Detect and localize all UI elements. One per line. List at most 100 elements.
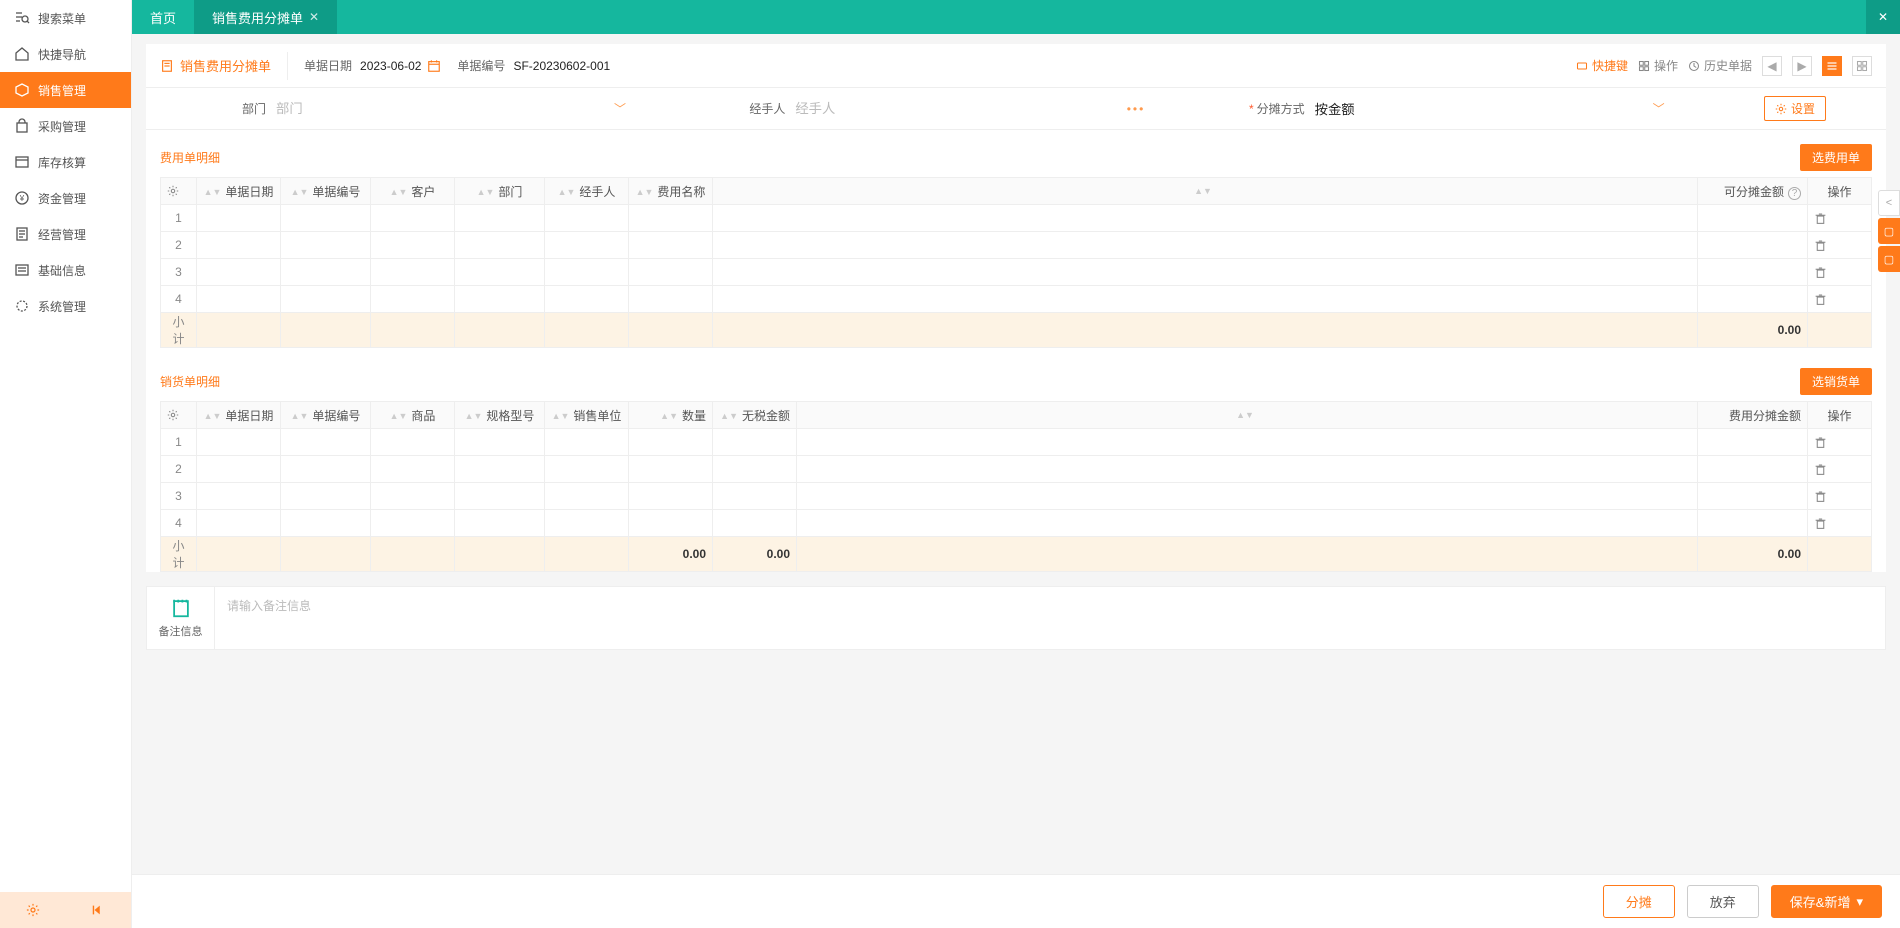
col-sales-unit[interactable]: ▲▼销售单位 xyxy=(545,402,629,429)
side-tab-2[interactable]: ▢ xyxy=(1878,246,1900,272)
discard-button[interactable]: 放弃 xyxy=(1687,885,1759,918)
col-sales-alloc[interactable]: 费用分摊金额 xyxy=(1698,402,1808,429)
sidebar-item-basic-info[interactable]: 基础信息 xyxy=(0,252,131,288)
sidebar-item-finance[interactable]: ¥ 资金管理 xyxy=(0,180,131,216)
doc-number-value: SF-20230602-001 xyxy=(513,59,610,73)
close-icon[interactable]: ✕ xyxy=(309,10,319,24)
col-expense-customer[interactable]: ▲▼客户 xyxy=(371,178,455,205)
document-icon xyxy=(160,59,174,73)
action-history[interactable]: 历史单据 xyxy=(1688,57,1752,74)
method-input[interactable] xyxy=(1315,97,1653,121)
select-sales-button[interactable]: 选销货单 xyxy=(1800,368,1872,395)
sidebar-item-label: 快捷导航 xyxy=(38,46,86,63)
sidebar-item-system[interactable]: 系统管理 xyxy=(0,288,131,324)
trash-icon[interactable] xyxy=(1814,212,1865,225)
table-row[interactable]: 4 xyxy=(161,286,1872,313)
footer-settings[interactable] xyxy=(0,892,66,928)
side-tab-1[interactable]: ▢ xyxy=(1878,218,1900,244)
col-expense-date[interactable]: ▲▼单据日期 xyxy=(197,178,281,205)
main: 首页 销售费用分摊单 ✕ ✕ 销售费用分摊单 单据日期 2023-06-02 单… xyxy=(132,0,1900,928)
col-sales-qty[interactable]: ▲▼数量 xyxy=(629,402,713,429)
money-icon: ¥ xyxy=(14,190,30,206)
box-icon xyxy=(14,154,30,170)
action-operate[interactable]: 操作 xyxy=(1638,57,1678,74)
info-icon xyxy=(14,262,30,278)
document-title: 销售费用分摊单 xyxy=(160,52,288,80)
col-sales-spec[interactable]: ▲▼规格型号 xyxy=(455,402,545,429)
save-and-new-button[interactable]: 保存&新增 ▾ xyxy=(1771,885,1882,918)
table-row[interactable]: 1 xyxy=(161,205,1872,232)
tab-sales-expense-allocation[interactable]: 销售费用分摊单 ✕ xyxy=(194,0,337,34)
handler-input[interactable] xyxy=(795,97,1126,121)
sidebar-item-search-menu[interactable]: 搜索菜单 xyxy=(0,0,131,36)
ellipsis-icon[interactable]: ••• xyxy=(1127,102,1146,116)
col-sales-number[interactable]: ▲▼单据编号 xyxy=(281,402,371,429)
chevron-down-icon[interactable]: ﹀ xyxy=(1653,100,1665,117)
sales-section-title: 销货单明细 xyxy=(160,373,220,390)
handler-label: 经手人 xyxy=(725,100,785,117)
search-list-icon xyxy=(14,10,30,26)
col-expense-name[interactable]: ▲▼费用名称 xyxy=(629,178,713,205)
trash-icon[interactable] xyxy=(1814,239,1865,252)
trash-icon[interactable] xyxy=(1814,436,1865,449)
sidebar-item-label: 基础信息 xyxy=(38,262,86,279)
remark-side: 备注信息 xyxy=(147,587,215,649)
sidebar-item-sales[interactable]: 销售管理 xyxy=(0,72,131,108)
side-tab-ghost[interactable]: < xyxy=(1878,190,1900,216)
col-expense-allocatable[interactable]: 可分摊金额? xyxy=(1698,178,1808,205)
trash-icon[interactable] xyxy=(1814,266,1865,279)
col-expense-dept[interactable]: ▲▼部门 xyxy=(455,178,545,205)
sidebar-item-quick-nav[interactable]: 快捷导航 xyxy=(0,36,131,72)
view-grid[interactable] xyxy=(1852,56,1872,76)
table-row[interactable]: 3 xyxy=(161,259,1872,286)
sidebar-item-inventory[interactable]: 库存核算 xyxy=(0,144,131,180)
view-list[interactable] xyxy=(1822,56,1842,76)
sales-icon xyxy=(14,82,30,98)
sidebar-item-label: 搜索菜单 xyxy=(38,10,86,27)
col-sales-product[interactable]: ▲▼商品 xyxy=(371,402,455,429)
table-row[interactable]: 4 xyxy=(161,510,1872,537)
doc-date-label: 单据日期 xyxy=(304,57,352,74)
sidebar-item-purchase[interactable]: 采购管理 xyxy=(0,108,131,144)
col-expense-number[interactable]: ▲▼单据编号 xyxy=(281,178,371,205)
column-settings[interactable] xyxy=(161,178,197,205)
trash-icon[interactable] xyxy=(1814,293,1865,306)
nav-prev[interactable]: ◀ xyxy=(1762,56,1782,76)
table-row[interactable]: 3 xyxy=(161,483,1872,510)
calendar-icon[interactable] xyxy=(427,59,441,73)
table-row[interactable]: 2 xyxy=(161,232,1872,259)
col-expense-blank[interactable]: ▲▼ xyxy=(713,178,1698,205)
settings-button[interactable]: 设置 xyxy=(1764,96,1826,121)
remark-input[interactable] xyxy=(215,587,1885,649)
trash-icon[interactable] xyxy=(1814,517,1865,530)
dept-input[interactable] xyxy=(276,97,614,121)
dept-label: 部门 xyxy=(206,100,266,117)
col-sales-blank[interactable]: ▲▼ xyxy=(797,402,1698,429)
help-icon[interactable]: ? xyxy=(1788,187,1801,200)
column-settings[interactable] xyxy=(161,402,197,429)
col-sales-date[interactable]: ▲▼单据日期 xyxy=(197,402,281,429)
tab-home[interactable]: 首页 xyxy=(132,0,194,34)
footer-collapse[interactable] xyxy=(66,892,132,928)
action-shortcut[interactable]: 快捷键 xyxy=(1576,57,1628,74)
table-row[interactable]: 2 xyxy=(161,456,1872,483)
nav-next[interactable]: ▶ xyxy=(1792,56,1812,76)
col-expense-handler[interactable]: ▲▼经手人 xyxy=(545,178,629,205)
chevron-down-icon[interactable]: ﹀ xyxy=(614,100,626,117)
bag-icon xyxy=(14,118,30,134)
tabs-close-all[interactable]: ✕ xyxy=(1866,0,1900,34)
trash-icon[interactable] xyxy=(1814,463,1865,476)
sidebar-item-label: 资金管理 xyxy=(38,190,86,207)
sidebar-item-business[interactable]: 经营管理 xyxy=(0,216,131,252)
sidebar-item-label: 库存核算 xyxy=(38,154,86,171)
sidebar-item-label: 销售管理 xyxy=(38,82,86,99)
allocate-button[interactable]: 分摊 xyxy=(1603,885,1675,918)
tab-bar: 首页 销售费用分摊单 ✕ ✕ xyxy=(132,0,1900,34)
table-row[interactable]: 1 xyxy=(161,429,1872,456)
doc-date-value[interactable]: 2023-06-02 xyxy=(360,59,421,73)
select-expense-button[interactable]: 选费用单 xyxy=(1800,144,1872,171)
col-sales-notax[interactable]: ▲▼无税金额 xyxy=(713,402,797,429)
trash-icon[interactable] xyxy=(1814,490,1865,503)
field-handler: 经手人 ••• xyxy=(725,97,1145,121)
sales-subtotal-alloc: 0.00 xyxy=(1698,537,1808,572)
